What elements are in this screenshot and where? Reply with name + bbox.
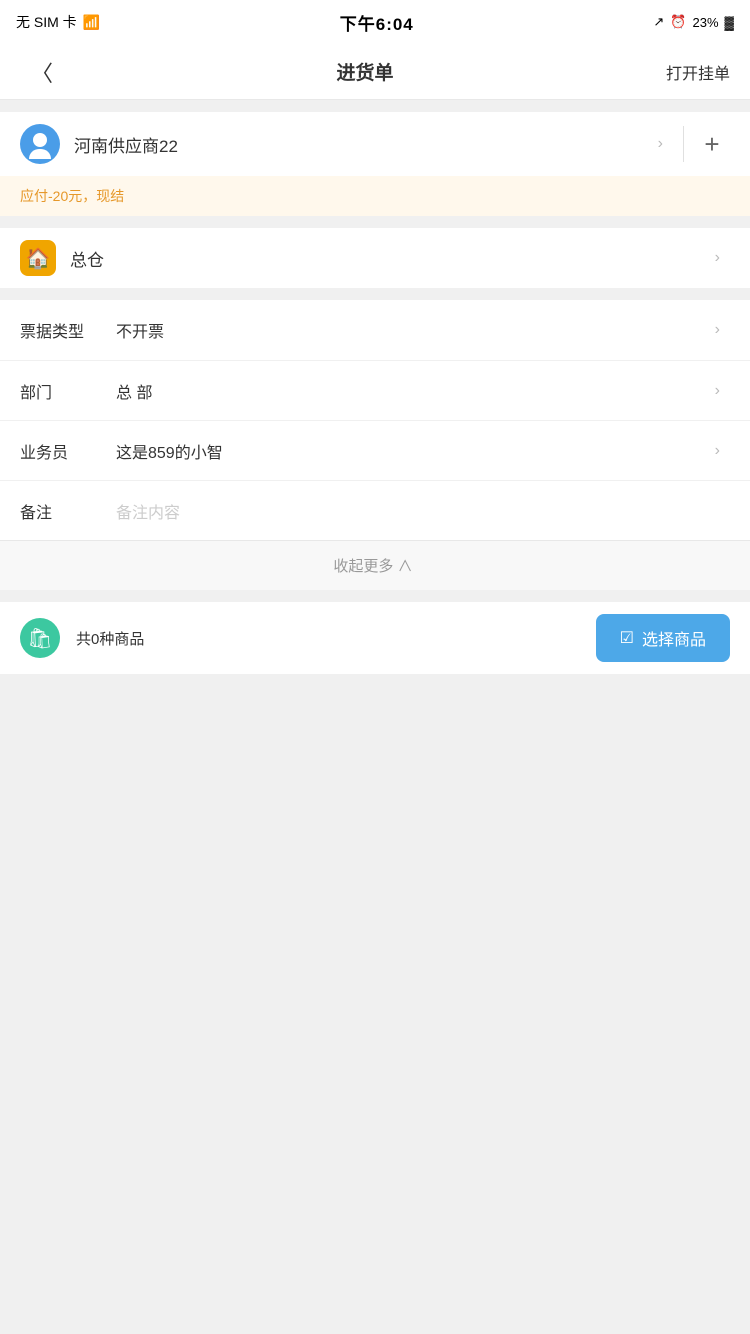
notice-text: 应付-20元，现结 xyxy=(20,188,124,204)
invoice-type-value: 不开票 xyxy=(100,318,715,342)
supplier-section: 河南供应商22 › + 应付-20元，现结 xyxy=(0,112,750,216)
notice-bar: 应付-20元，现结 xyxy=(0,176,750,216)
status-right: ↗ ⏰ 23% ▓ xyxy=(653,14,734,30)
gap-1 xyxy=(0,100,750,112)
department-value: 总 部 xyxy=(100,379,715,403)
alarm-icon: ⏰ xyxy=(670,14,686,30)
invoice-type-row[interactable]: 票据类型 不开票 › xyxy=(0,300,750,360)
form-section: 票据类型 不开票 › 部门 总 部 › 业务员 这是859的小智 › 备注 备注… xyxy=(0,300,750,590)
back-button[interactable]: 〈 xyxy=(20,50,64,94)
warehouse-section: 🏠 总仓 › xyxy=(0,228,750,288)
supplier-row[interactable]: 河南供应商22 › + xyxy=(0,112,750,176)
select-product-label: 选择商品 xyxy=(642,626,706,650)
status-bar: 无 SIM 卡 📶 下午6:04 ↗ ⏰ 23% ▓ xyxy=(0,0,750,44)
supplier-chevron-icon: › xyxy=(658,135,663,153)
salesperson-value: 这是859的小智 xyxy=(100,439,715,463)
product-icon-wrap: 🛍 xyxy=(20,618,60,658)
remark-row[interactable]: 备注 备注内容 xyxy=(0,480,750,540)
product-bag-icon: 🛍 xyxy=(27,626,52,651)
department-chevron-icon: › xyxy=(715,382,720,400)
battery-icon: ▓ xyxy=(725,15,734,30)
supplier-avatar xyxy=(20,124,60,164)
warehouse-chevron-icon: › xyxy=(715,249,720,267)
page-title: 进货单 xyxy=(336,58,393,85)
department-label: 部门 xyxy=(20,379,100,403)
collapse-label: 收起更多 ∧ xyxy=(333,555,412,576)
bottom-bar: 🛍 共0种商品 ☑ 选择商品 xyxy=(0,602,750,674)
gap-2 xyxy=(0,216,750,228)
gap-3 xyxy=(0,288,750,300)
select-product-button[interactable]: ☑ 选择商品 xyxy=(596,614,730,662)
person-icon xyxy=(29,133,51,155)
warehouse-icon: 🏠 xyxy=(26,246,51,271)
carrier-text: 无 SIM 卡 xyxy=(16,12,77,32)
wifi-icon: 📶 xyxy=(83,14,100,31)
battery-text: 23% xyxy=(692,15,718,30)
salesperson-row[interactable]: 业务员 这是859的小智 › xyxy=(0,420,750,480)
warehouse-icon-wrap: 🏠 xyxy=(20,240,56,276)
warehouse-row[interactable]: 🏠 总仓 › xyxy=(0,228,750,288)
back-icon: 〈 xyxy=(31,56,53,88)
status-time: 下午6:04 xyxy=(340,10,414,35)
remark-label: 备注 xyxy=(20,499,100,523)
supplier-name: 河南供应商22 xyxy=(74,132,658,157)
invoice-type-chevron-icon: › xyxy=(715,321,720,339)
remark-input[interactable]: 备注内容 xyxy=(100,499,730,523)
nav-bar: 〈 进货单 打开挂单 xyxy=(0,44,750,100)
gap-4 xyxy=(0,590,750,602)
open-pending-button[interactable]: 打开挂单 xyxy=(666,60,730,84)
warehouse-name: 总仓 xyxy=(70,246,715,271)
department-row[interactable]: 部门 总 部 › xyxy=(0,360,750,420)
select-product-icon: ☑ xyxy=(620,628,634,648)
divider xyxy=(683,126,684,162)
page-background xyxy=(0,674,750,974)
salesperson-chevron-icon: › xyxy=(715,442,720,460)
status-left: 无 SIM 卡 📶 xyxy=(16,12,100,32)
salesperson-label: 业务员 xyxy=(20,439,100,463)
collapse-button[interactable]: 收起更多 ∧ xyxy=(0,540,750,590)
product-count-text: 共0种商品 xyxy=(76,628,580,649)
add-supplier-button[interactable]: + xyxy=(694,129,730,160)
location-icon: ↗ xyxy=(653,14,664,30)
invoice-type-label: 票据类型 xyxy=(20,318,100,342)
